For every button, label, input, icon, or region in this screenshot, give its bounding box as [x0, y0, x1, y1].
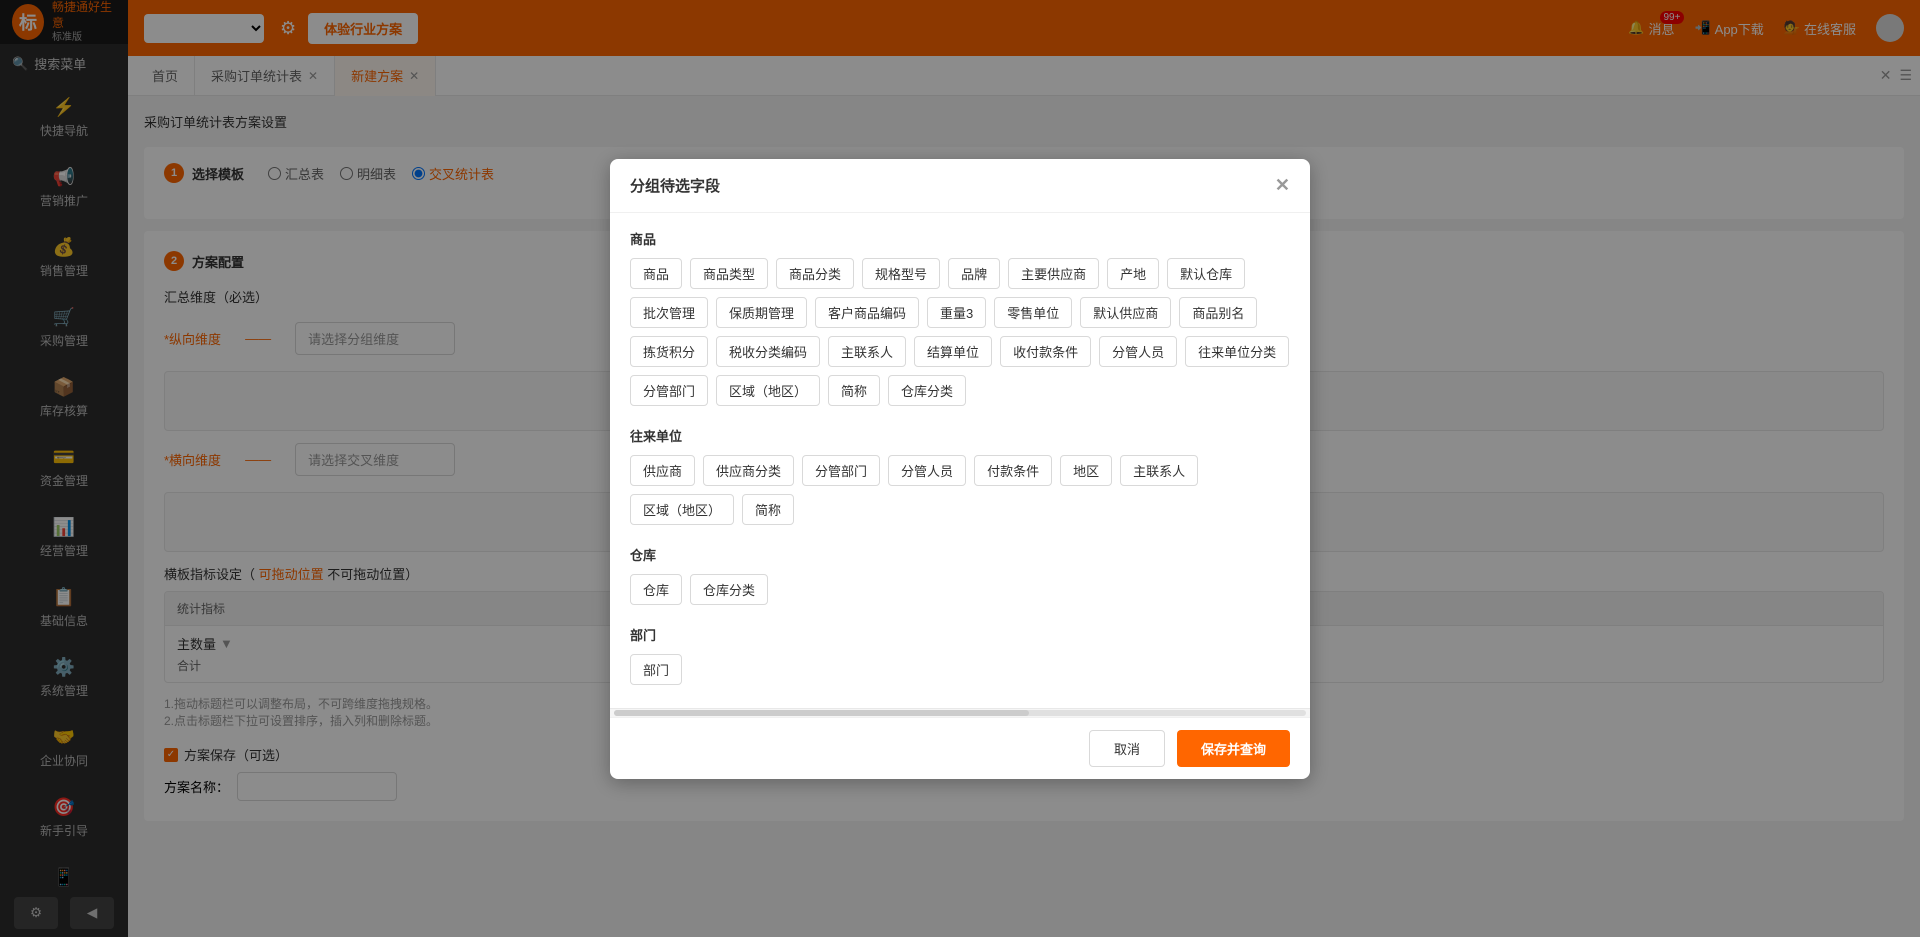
- partner-field-tags: 供应商 供应商分类 分管部门 分管人员 付款条件 地区 主联系人 区域（地区） …: [630, 455, 1290, 525]
- field-product-alias[interactable]: 商品别名: [1179, 297, 1257, 328]
- modal-cancel-button[interactable]: 取消: [1089, 730, 1165, 767]
- field-supplier[interactable]: 供应商: [630, 455, 695, 486]
- field-main-contact[interactable]: 主联系人: [828, 336, 906, 367]
- section-warehouse-title: 仓库: [630, 545, 1290, 564]
- field-settle-unit[interactable]: 结算单位: [914, 336, 992, 367]
- hscroll-thumb[interactable]: [614, 710, 1029, 716]
- section-partner: 往来单位 供应商 供应商分类 分管部门 分管人员 付款条件 地区 主联系人 区域…: [630, 426, 1290, 525]
- field-warehouse[interactable]: 仓库: [630, 574, 682, 605]
- section-product-title: 商品: [630, 229, 1290, 248]
- field-payment-cond[interactable]: 付款条件: [974, 455, 1052, 486]
- field-weight3[interactable]: 重量3: [927, 297, 986, 328]
- field-origin[interactable]: 产地: [1107, 258, 1159, 289]
- modal-footer: 取消 保存并查询: [610, 717, 1310, 779]
- field-manager[interactable]: 分管人员: [1099, 336, 1177, 367]
- field-region3[interactable]: 区域（地区）: [630, 494, 734, 525]
- field-region[interactable]: 区域（地区）: [716, 375, 820, 406]
- department-field-tags: 部门: [630, 654, 1290, 685]
- field-manage-person2[interactable]: 分管人员: [888, 455, 966, 486]
- section-product: 商品 商品 商品类型 商品分类 规格型号 品牌 主要供应商 产地 默认仓库 批次…: [630, 229, 1290, 406]
- field-supplier-cat[interactable]: 供应商分类: [703, 455, 794, 486]
- field-brand[interactable]: 品牌: [948, 258, 1000, 289]
- modal-body[interactable]: 商品 商品 商品类型 商品分类 规格型号 品牌 主要供应商 产地 默认仓库 批次…: [610, 213, 1310, 708]
- field-warehouse-cat[interactable]: 仓库分类: [888, 375, 966, 406]
- modal-title: 分组待选字段: [630, 175, 720, 196]
- product-field-tags: 商品 商品类型 商品分类 规格型号 品牌 主要供应商 产地 默认仓库 批次管理 …: [630, 258, 1290, 406]
- modal-header: 分组待选字段 ✕: [610, 159, 1310, 213]
- hscroll-track: [614, 710, 1306, 716]
- field-default-warehouse[interactable]: 默认仓库: [1167, 258, 1245, 289]
- field-payment-terms[interactable]: 收付款条件: [1000, 336, 1091, 367]
- field-product-category[interactable]: 商品分类: [776, 258, 854, 289]
- field-spec-model[interactable]: 规格型号: [862, 258, 940, 289]
- field-expiry-mgmt[interactable]: 保质期管理: [716, 297, 807, 328]
- field-batch-mgmt[interactable]: 批次管理: [630, 297, 708, 328]
- field-retail-unit[interactable]: 零售单位: [994, 297, 1072, 328]
- field-default-supplier[interactable]: 默认供应商: [1080, 297, 1171, 328]
- field-dept[interactable]: 部门: [630, 654, 682, 685]
- field-warehouse-cat2[interactable]: 仓库分类: [690, 574, 768, 605]
- field-short-name2[interactable]: 简称: [742, 494, 794, 525]
- modal-horizontal-scrollbar[interactable]: [610, 708, 1310, 717]
- field-tax-code[interactable]: 税收分类编码: [716, 336, 820, 367]
- section-department: 部门 部门: [630, 625, 1290, 685]
- field-region2[interactable]: 地区: [1060, 455, 1112, 486]
- modal-close-button[interactable]: ✕: [1275, 175, 1290, 196]
- field-main-contact2[interactable]: 主联系人: [1120, 455, 1198, 486]
- field-short-name[interactable]: 简称: [828, 375, 880, 406]
- field-manage-dept[interactable]: 分管部门: [630, 375, 708, 406]
- field-pick-points[interactable]: 拣货积分: [630, 336, 708, 367]
- field-main-supplier[interactable]: 主要供应商: [1008, 258, 1099, 289]
- field-customer-code[interactable]: 客户商品编码: [815, 297, 919, 328]
- field-product-type[interactable]: 商品类型: [690, 258, 768, 289]
- field-source-unit-cat[interactable]: 往来单位分类: [1185, 336, 1289, 367]
- section-warehouse: 仓库 仓库 仓库分类: [630, 545, 1290, 605]
- field-product[interactable]: 商品: [630, 258, 682, 289]
- warehouse-field-tags: 仓库 仓库分类: [630, 574, 1290, 605]
- field-select-modal: 分组待选字段 ✕ 商品 商品 商品类型 商品分类 规格型号 品牌 主要供应商 产…: [610, 159, 1310, 779]
- field-manage-dept2[interactable]: 分管部门: [802, 455, 880, 486]
- modal-save-button[interactable]: 保存并查询: [1177, 730, 1290, 767]
- section-partner-title: 往来单位: [630, 426, 1290, 445]
- section-department-title: 部门: [630, 625, 1290, 644]
